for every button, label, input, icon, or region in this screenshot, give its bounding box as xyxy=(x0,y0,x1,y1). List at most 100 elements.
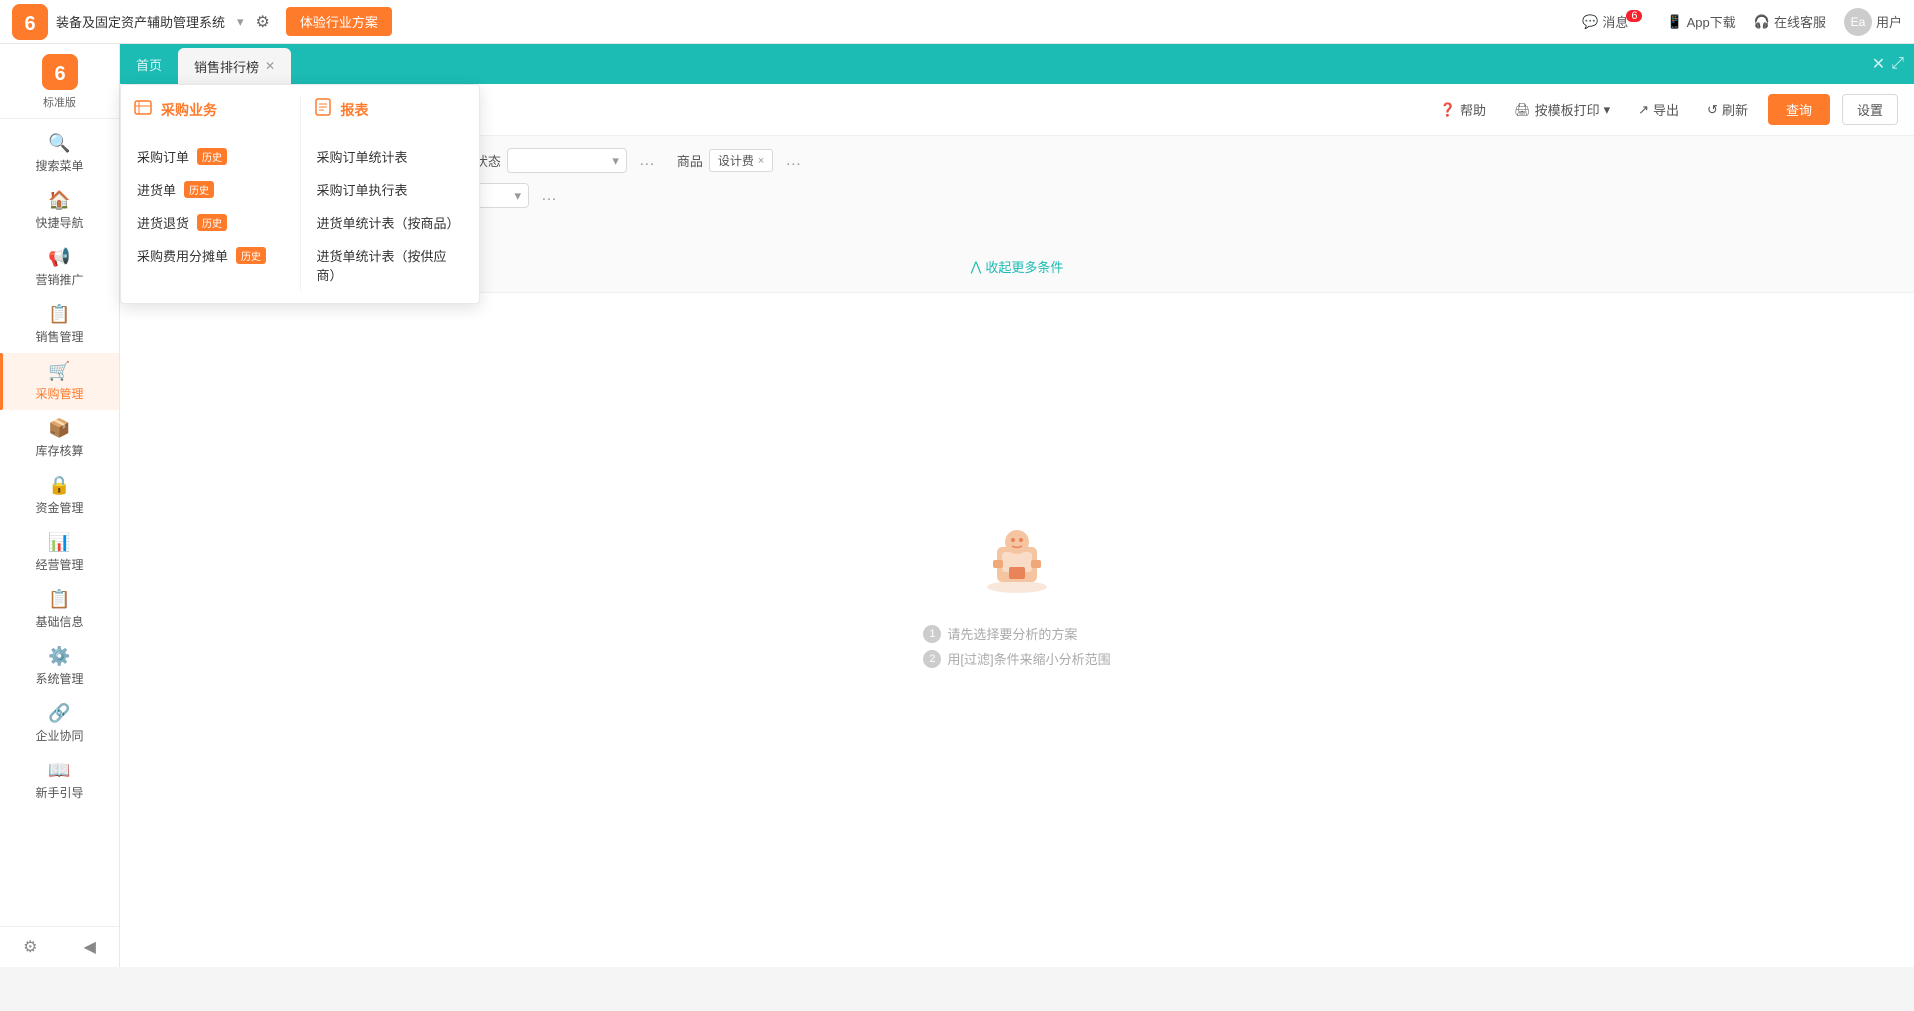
tab-close-all-icon[interactable]: ✕ xyxy=(1872,54,1885,74)
tab-home-label: 首页 xyxy=(136,55,162,74)
home-icon: 🏠 xyxy=(48,190,70,211)
dropdown-item-label: 进货单统计表（按商品） xyxy=(317,213,460,232)
help-btn[interactable]: ❓ 帮助 xyxy=(1432,96,1494,123)
tab-bar: 首页 销售排行榜 ✕ ✕ ⤢ xyxy=(120,44,1914,84)
history-tag: 历史 xyxy=(236,247,266,264)
sidebar-item-label: 快捷导航 xyxy=(35,214,83,231)
sidebar-item-label: 采购管理 xyxy=(35,385,83,402)
sidebar-item-label: 经营管理 xyxy=(35,556,83,573)
tip-text-1: 请先选择要分析的方案 xyxy=(947,624,1077,643)
sidebar-item-operation[interactable]: 📊 经营管理 xyxy=(0,524,119,581)
sidebar-logo: 6 标准版 xyxy=(0,44,119,119)
marketing-icon: 📢 xyxy=(48,247,70,268)
status-select[interactable] xyxy=(507,148,627,173)
notifications-btn[interactable]: 💬 消息 6 xyxy=(1582,12,1648,31)
sidebar-item-finance[interactable]: 🔒 资金管理 xyxy=(0,467,119,524)
cooperation-icon: 🔗 xyxy=(48,703,70,724)
dropdown-item-return[interactable]: 进货退货 历史 xyxy=(133,206,288,239)
online-service-btn[interactable]: 🎧 在线客服 xyxy=(1754,12,1826,31)
top-bar: 6 装备及固定资产辅助管理系统 ▾ ⚙ 体验行业方案 💬 消息 6 📱 App下… xyxy=(0,0,1914,44)
dropdown-item-purchase-order[interactable]: 采购订单 历史 xyxy=(133,140,288,173)
active-indicator xyxy=(0,353,3,410)
dropdown-item-label: 采购订单 xyxy=(137,147,189,166)
finance-icon: 🔒 xyxy=(48,475,70,496)
sidebar-logo-text: 标准版 xyxy=(43,94,76,110)
tab-sales-rank[interactable]: 销售排行榜 ✕ xyxy=(178,48,291,84)
purchase-business-col: 采购业务 采购订单 历史 进货单 历史 进货退货 历史 采购费用分摊单 历史 xyxy=(121,97,300,291)
app-download-btn[interactable]: 📱 App下载 xyxy=(1666,12,1735,31)
sidebar-item-marketing[interactable]: 📢 营销推广 xyxy=(0,239,119,296)
dropdown-item-label: 进货单统计表（按供应商） xyxy=(317,246,464,284)
sidebar-bottom: ⚙ ◀ xyxy=(0,926,119,967)
empty-tip-1: 1 请先选择要分析的方案 xyxy=(923,624,1110,643)
sidebar-settings-icon[interactable]: ⚙ xyxy=(23,937,37,957)
print-btn[interactable]: 🖨 按模板打印 ▾ xyxy=(1506,96,1618,123)
query-btn[interactable]: 查询 xyxy=(1768,94,1830,125)
sidebar-item-label: 系统管理 xyxy=(35,670,83,687)
tab-expand-icon[interactable]: ⤢ xyxy=(1891,55,1904,73)
export-btn[interactable]: ↗ 导出 xyxy=(1630,96,1687,123)
sidebar-item-purchase[interactable]: 🛒 采购管理 xyxy=(0,353,119,410)
dropdown-item-incoming[interactable]: 进货单 历史 xyxy=(133,173,288,206)
tip-num-1: 1 xyxy=(923,625,941,643)
sidebar-item-guide[interactable]: 📖 新手引导 xyxy=(0,752,119,809)
purchase-business-icon xyxy=(133,97,153,122)
sidebar-logo-icon: 6 xyxy=(42,54,78,90)
sidebar-item-inventory[interactable]: 📦 库存核算 xyxy=(0,410,119,467)
tip-num-2: 2 xyxy=(923,650,941,668)
help-icon: ❓ xyxy=(1440,102,1456,118)
sidebar-item-label: 库存核算 xyxy=(35,442,83,459)
purchase-icon: 🛒 xyxy=(48,361,70,382)
collapse-btn[interactable]: ⋀ 收起更多条件 xyxy=(971,257,1064,276)
notification-badge: 6 xyxy=(1626,10,1642,22)
top-bar-right: 💬 消息 6 📱 App下载 🎧 在线客服 Ea 用户 xyxy=(1582,8,1902,36)
industry-btn[interactable]: 体验行业方案 xyxy=(286,7,392,36)
inventory-icon: 📦 xyxy=(48,418,70,439)
dropdown-item-incoming-goods-stats[interactable]: 进货单统计表（按商品） xyxy=(313,206,468,239)
sidebar-item-label: 营销推广 xyxy=(35,271,83,288)
phone-icon: 📱 xyxy=(1666,14,1682,30)
settings-btn[interactable]: 设置 xyxy=(1842,94,1898,125)
sidebar-item-basic-info[interactable]: 📋 基础信息 xyxy=(0,581,119,638)
sidebar-item-label: 基础信息 xyxy=(35,613,83,630)
sidebar-collapse-icon[interactable]: ◀ xyxy=(84,937,96,957)
dropdown-item-label: 进货退货 xyxy=(137,213,189,232)
dropdown-item-expense[interactable]: 采购费用分摊单 历史 xyxy=(133,239,288,272)
guide-icon: 📖 xyxy=(48,760,70,781)
empty-illustration xyxy=(967,512,1067,612)
refresh-icon: ↺ xyxy=(1707,102,1718,118)
report-icon xyxy=(313,97,333,122)
sidebar: 6 标准版 🔍 搜索菜单 🏠 快捷导航 📢 营销推广 📋 销售管理 🛒 采购管理… xyxy=(0,44,120,967)
settings-icon[interactable]: ⚙ xyxy=(256,12,270,32)
tab-home[interactable]: 首页 xyxy=(120,44,178,84)
purchase-dropdown-menu: 采购业务 采购订单 历史 进货单 历史 进货退货 历史 采购费用分摊单 历史 报… xyxy=(120,84,480,304)
dropdown-item-po-stats[interactable]: 采购订单统计表 xyxy=(313,140,468,173)
dropdown-item-label: 采购订单统计表 xyxy=(317,147,408,166)
dropdown-item-incoming-supplier-stats[interactable]: 进货单统计表（按供应商） xyxy=(313,239,468,291)
sidebar-item-quick-nav[interactable]: 🏠 快捷导航 xyxy=(0,182,119,239)
sidebar-item-cooperation[interactable]: 🔗 企业协同 xyxy=(0,695,119,752)
system-dropdown-icon[interactable]: ▾ xyxy=(237,14,244,30)
sidebar-item-system[interactable]: ⚙️ 系统管理 xyxy=(0,638,119,695)
goods-more-btn[interactable]: … xyxy=(779,150,807,172)
sidebar-item-label: 资金管理 xyxy=(35,499,83,516)
goods-tag-close[interactable]: × xyxy=(758,155,764,167)
tab-close-icon[interactable]: ✕ xyxy=(265,59,275,73)
system-icon: ⚙️ xyxy=(48,646,70,667)
tab-sales-rank-label: 销售排行榜 xyxy=(194,57,259,76)
refresh-btn[interactable]: ↺ 刷新 xyxy=(1699,96,1756,123)
user-btn[interactable]: Ea 用户 xyxy=(1844,8,1902,36)
sidebar-item-sales[interactable]: 📋 销售管理 xyxy=(0,296,119,353)
history-tag: 历史 xyxy=(197,214,227,231)
salesperson-more-btn[interactable]: … xyxy=(535,185,563,207)
sidebar-item-search[interactable]: 🔍 搜索菜单 xyxy=(0,125,119,182)
svg-text:6: 6 xyxy=(24,13,35,35)
headset-icon: 🎧 xyxy=(1754,14,1770,30)
app-logo: 6 xyxy=(12,4,48,40)
empty-state: 1 请先选择要分析的方案 2 用[过滤]条件来缩小分析范围 xyxy=(120,293,1914,967)
status-more-btn[interactable]: … xyxy=(633,150,661,172)
tab-bar-right: ✕ ⤢ xyxy=(1872,54,1914,74)
dropdown-item-po-exec[interactable]: 采购订单执行表 xyxy=(313,173,468,206)
sidebar-item-label: 新手引导 xyxy=(35,784,83,801)
goods-tag-value: 设计费 xyxy=(718,152,754,169)
